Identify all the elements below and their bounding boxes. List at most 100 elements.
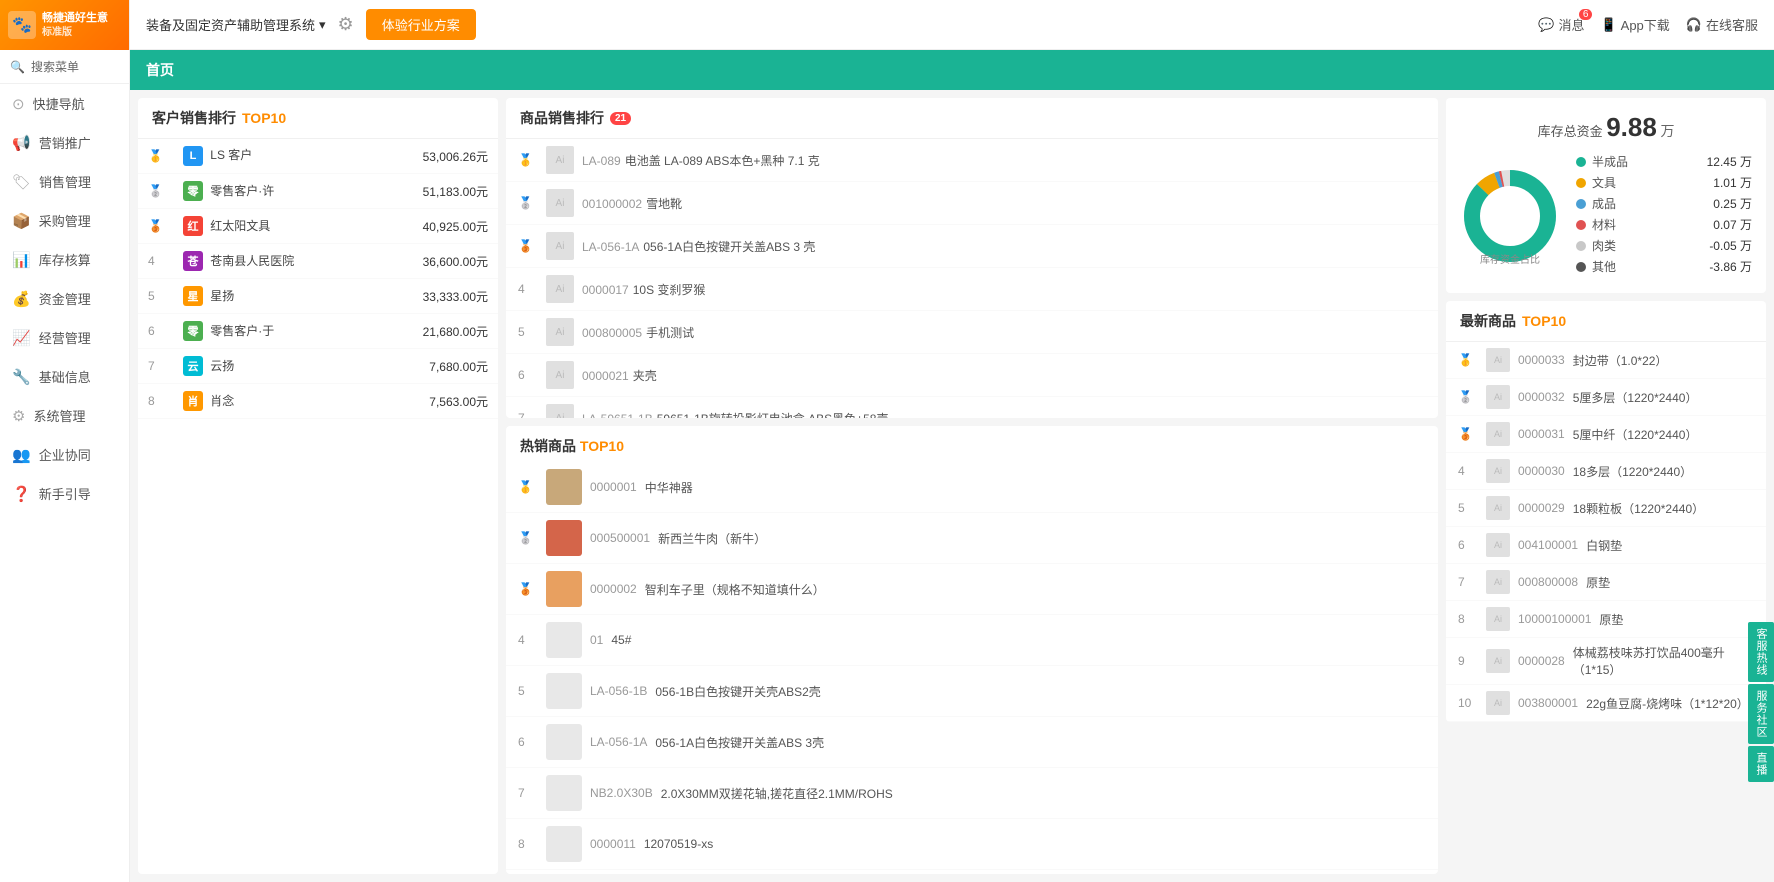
customer-name: 星扬 [210, 289, 234, 303]
inventory-icon: 📊 [12, 251, 31, 269]
rank-indicator: 10 [1458, 696, 1478, 710]
customer-amount: 40,925.00元 [370, 209, 498, 244]
customer-amount: 7,563.00元 [370, 384, 498, 419]
customer-amount: 7,680.00元 [370, 349, 498, 384]
legend-value: -0.05 万 [1709, 237, 1752, 254]
nav-label: 系统管理 [33, 406, 85, 425]
sidebar-item-quick-nav[interactable]: ⊙ 快捷导航 [0, 84, 129, 123]
customer-rank-row: 🥉 红 红太阳文具 40,925.00元 [138, 209, 498, 244]
product-code: 0000031 [1518, 427, 1565, 441]
customer-rank-row: 5 星 星扬 33,333.00元 [138, 279, 498, 314]
product-code: 003800001 [1518, 696, 1578, 710]
sidebar-item-basic[interactable]: 🔧 基础信息 [0, 357, 129, 396]
nav-label: 资金管理 [39, 289, 91, 308]
main-area: 装备及固定资产辅助管理系统 ▾ ⚙ 体验行业方案 💬 消息 6 📱 App下载 … [130, 0, 1774, 882]
notifications-button[interactable]: 💬 消息 6 [1538, 15, 1584, 34]
legend-value: 0.07 万 [1713, 216, 1752, 233]
search-label: 搜索菜单 [31, 58, 79, 75]
purchase-icon: 📦 [12, 212, 31, 230]
product-thumb: Ai [546, 232, 574, 260]
customer-badge: 红 [183, 216, 203, 236]
product-sales-row: 7 Ai LA-59651-1B59651-1B旋转投影灯电池盒 ABS黑色+5… [506, 397, 1438, 418]
product-code: 0000011 [590, 837, 636, 851]
system-title: 装备及固定资产辅助管理系统 [146, 15, 315, 34]
product-name: 0000021夹壳 [582, 367, 1426, 384]
rank-indicator: 6 [518, 735, 538, 749]
product-code: 000800008 [1518, 575, 1578, 589]
legend-value: 12.45 万 [1707, 153, 1752, 170]
sidebar-item-guide[interactable]: ❓ 新手引导 [0, 474, 129, 513]
product-code: 01 [590, 633, 603, 647]
product-sales-row: 🥈 Ai 001000002雪地靴 [506, 182, 1438, 225]
message-icon: 💬 [1538, 17, 1554, 33]
customer-name: 零售客户·许 [210, 184, 274, 198]
rank-indicator: 6 [1458, 538, 1478, 552]
legend-label: 文具 [1592, 174, 1707, 191]
app-download-button[interactable]: 📱 App下载 [1600, 15, 1669, 34]
product-sales-header: 商品销售排行 21 [506, 98, 1438, 139]
product-code: 0000033 [1518, 353, 1565, 367]
settings-icon[interactable]: ⚙ [338, 14, 354, 35]
product-code: 000500001 [590, 531, 650, 545]
donut-chart: 库存资金占比 [1460, 166, 1560, 266]
rank-indicator: 🥇 [518, 153, 538, 167]
sidebar-item-purchase[interactable]: 📦 采购管理 [0, 201, 129, 240]
logo-icon: 🐾 [8, 11, 36, 39]
product-name: LA-089电池盖 LA-089 ABS本色+黑种 7.1 克 [582, 152, 1426, 169]
legend-item: 成品 0.25 万 [1576, 195, 1752, 212]
product-thumbnail [546, 520, 582, 556]
product-code: 0000030 [1518, 464, 1565, 478]
product-name: 封边带（1.0*22） [1573, 352, 1668, 369]
sidebar-item-corp[interactable]: 👥 企业协同 [0, 435, 129, 474]
medal-icon: 🥈 [148, 184, 163, 198]
product-code: 0000028 [1518, 654, 1565, 668]
rank-indicator: 🥉 [1458, 427, 1478, 441]
product-thumb: Ai [1486, 348, 1510, 372]
new-product-row: 🥉 Ai 0000031 5厘中纤（1220*2440） [1446, 416, 1766, 453]
sidebar-item-marketing[interactable]: 📢 营销推广 [0, 123, 129, 162]
hot-product-row: 4 01 45# [506, 615, 1438, 666]
product-thumb: Ai [1486, 649, 1510, 673]
customer-badge: 星 [183, 286, 203, 306]
product-code: 0000002 [590, 582, 637, 596]
sidebar-item-inventory[interactable]: 📊 库存核算 [0, 240, 129, 279]
system-selector[interactable]: 装备及固定资产辅助管理系统 ▾ [146, 15, 326, 34]
search-menu[interactable]: 🔍 搜索菜单 [0, 50, 129, 84]
cs-hotline-button[interactable]: 客服热线 [1748, 622, 1774, 682]
product-thumb: Ai [546, 146, 574, 174]
hot-product-row: 8 0000011 12070519-xs [506, 819, 1438, 870]
product-name: 智利车子里（规格不知道填什么） [645, 581, 825, 598]
corp-icon: 👥 [12, 446, 31, 464]
nav-label: 企业协同 [39, 445, 91, 464]
cs-live-button[interactable]: 直播 [1748, 746, 1774, 782]
legend-item: 半成品 12.45 万 [1576, 153, 1752, 170]
sidebar-item-finance[interactable]: 💰 资金管理 [0, 279, 129, 318]
product-code: 0000001 [590, 480, 637, 494]
rank-indicator: 🥇 [518, 480, 538, 494]
customer-rank-row: 8 肖 肖念 7,563.00元 [138, 384, 498, 419]
online-service-button[interactable]: 🎧 在线客服 [1686, 15, 1758, 34]
customer-rank-row: 4 苍 苍南县人民医院 36,600.00元 [138, 244, 498, 279]
sidebar-logo: 🐾 畅捷通好生意 标准版 [0, 0, 129, 50]
rank-indicator: 4 [518, 633, 538, 647]
product-thumbnail [546, 469, 582, 505]
product-name: 22g鱼豆腐-烧烤味（1*12*20） [1586, 695, 1749, 712]
new-products-panel: 最新商品 TOP10 🥇 Ai 0000033 封边带（1.0*22） 🥈 Ai… [1446, 301, 1766, 722]
product-name: 新西兰牛肉（新牛） [658, 530, 766, 547]
cs-community-button[interactable]: 服务社区 [1748, 684, 1774, 744]
product-sales-row: 6 Ai 0000021夹壳 [506, 354, 1438, 397]
product-sales-list: 🥇 Ai LA-089电池盖 LA-089 ABS本色+黑种 7.1 克 🥈 A… [506, 139, 1438, 418]
product-thumb: Ai [1486, 459, 1510, 483]
new-product-row: 4 Ai 0000030 18多层（1220*2440） [1446, 453, 1766, 490]
sidebar-item-sales[interactable]: 🏷 销售管理 [0, 162, 129, 201]
sidebar-item-operation[interactable]: 📈 经营管理 [0, 318, 129, 357]
legend-value: 1.01 万 [1713, 174, 1752, 191]
trial-button[interactable]: 体验行业方案 [366, 9, 476, 40]
sidebar-item-system[interactable]: ⚙ 系统管理 [0, 396, 129, 435]
customer-badge: 苍 [183, 251, 203, 271]
rank-indicator: 🥈 [518, 196, 538, 210]
customer-name: 零售客户·于 [210, 324, 274, 338]
left-column: 客户销售排行 TOP10 🥇 L LS 客户 53,006.26元 🥈 零 零售… [138, 98, 498, 874]
rank-indicator: 9 [1458, 654, 1478, 668]
rank-num: 5 [148, 289, 155, 303]
